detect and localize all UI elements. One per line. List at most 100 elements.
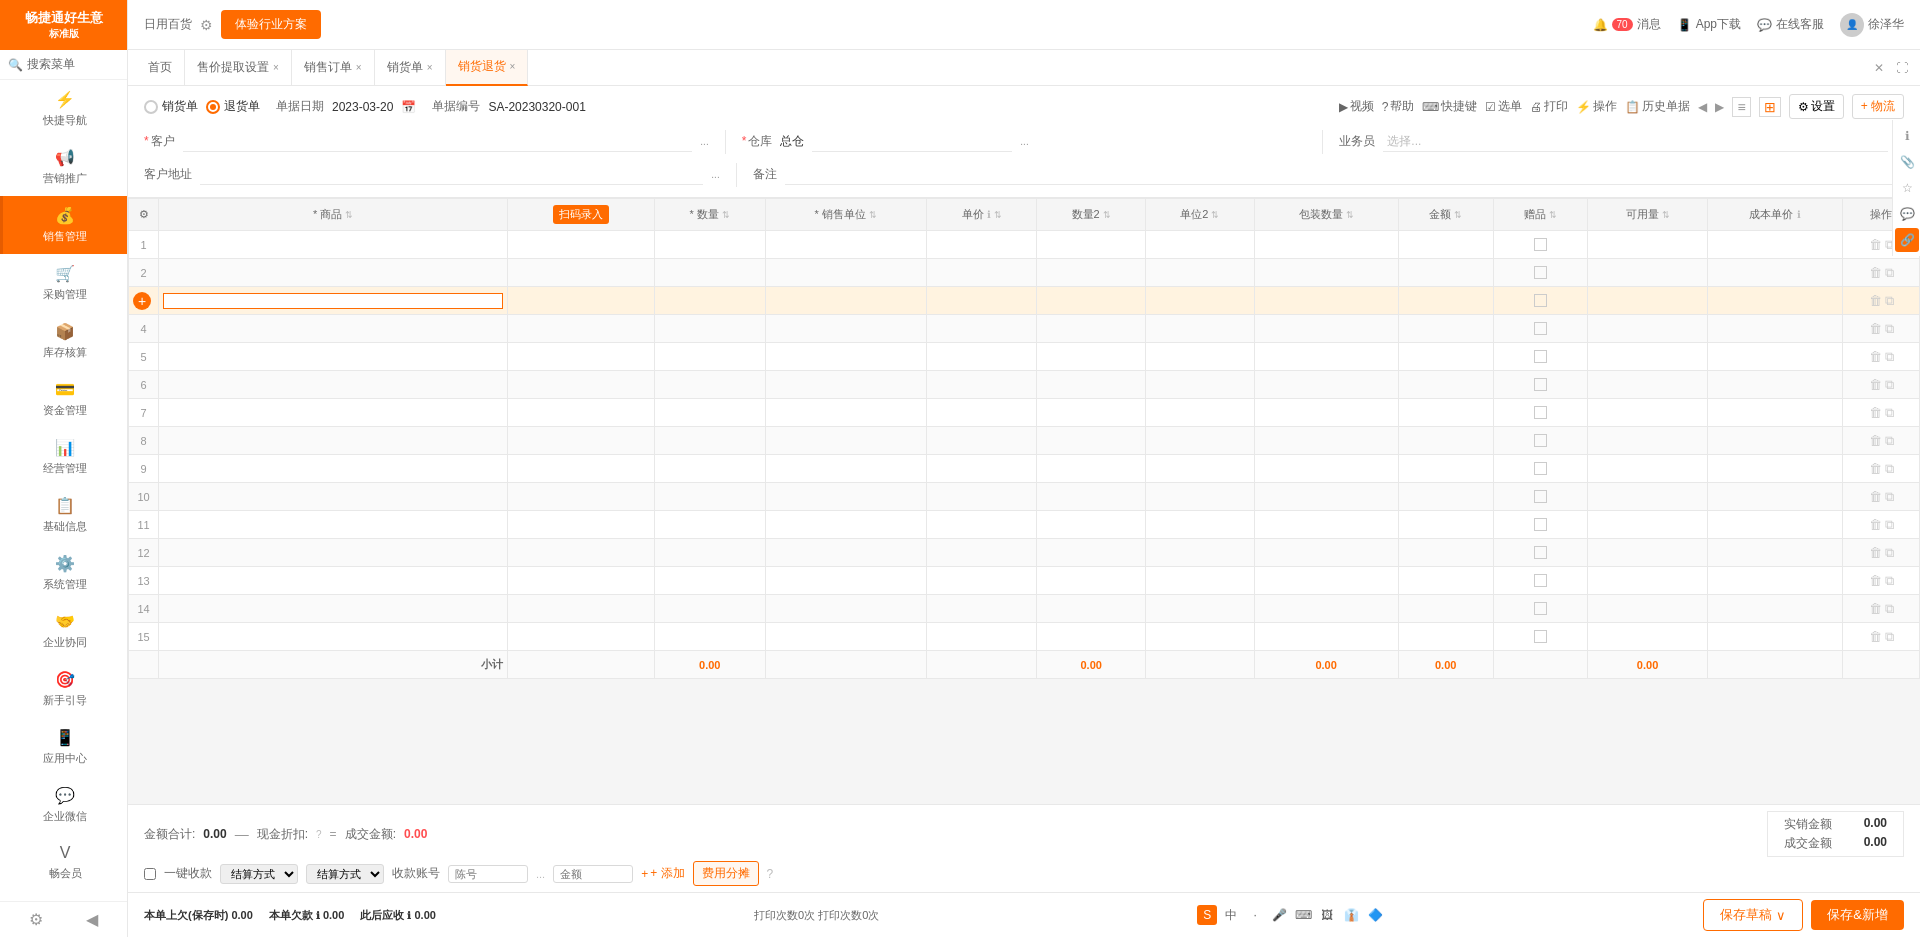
product-cell-9[interactable]: [159, 455, 508, 483]
pack-cell-6[interactable]: [1254, 371, 1398, 399]
cost-cell-13[interactable]: [1707, 567, 1842, 595]
add-fee-btn[interactable]: + + 添加: [641, 865, 684, 882]
copy-icon-9[interactable]: ⧉: [1885, 461, 1894, 476]
unit-cell-7[interactable]: [765, 399, 926, 427]
gift-cell-15[interactable]: [1493, 623, 1588, 651]
customer-dots[interactable]: ...: [700, 136, 708, 147]
avail-cell-8[interactable]: [1588, 427, 1708, 455]
account-dots[interactable]: ...: [536, 868, 545, 880]
pack-cell-1[interactable]: [1254, 231, 1398, 259]
help-action[interactable]: ? 帮助: [1382, 98, 1415, 115]
gift-sort-icon[interactable]: ⇅: [1549, 210, 1557, 220]
warehouse-dots[interactable]: ...: [1020, 136, 1028, 147]
tab-sale-price[interactable]: 售价提取设置 ×: [185, 50, 292, 86]
copy-icon-11[interactable]: ⧉: [1885, 517, 1894, 532]
right-panel-star[interactable]: ☆: [1895, 176, 1919, 200]
qty-cell-14[interactable]: [654, 595, 765, 623]
unit2-cell-5[interactable]: [1145, 343, 1254, 371]
copy-icon-4[interactable]: ⧉: [1885, 321, 1894, 336]
grid-view-icon[interactable]: ⊞: [1759, 97, 1781, 117]
cost-cell-15[interactable]: [1707, 623, 1842, 651]
gift-checkbox-12[interactable]: [1534, 546, 1547, 559]
gift-checkbox-7[interactable]: [1534, 406, 1547, 419]
unit-cell-15[interactable]: [765, 623, 926, 651]
tool-icon-4[interactable]: 🎤: [1269, 905, 1289, 925]
avail-cell-5[interactable]: [1588, 343, 1708, 371]
search-menu[interactable]: 🔍 搜索菜单: [0, 50, 127, 80]
date-value[interactable]: 2023-03-20: [332, 100, 393, 114]
tool-icon-5[interactable]: ⌨: [1293, 905, 1313, 925]
shortcut-action[interactable]: ⌨ 快捷键: [1422, 98, 1477, 115]
col-scan[interactable]: 扫码录入: [508, 199, 654, 231]
unit-cell-14[interactable]: [765, 595, 926, 623]
receivable-info-icon[interactable]: ℹ: [407, 910, 411, 921]
unit2-cell-8[interactable]: [1145, 427, 1254, 455]
amount-input[interactable]: [553, 865, 633, 883]
amount-cell-11[interactable]: [1398, 511, 1493, 539]
tab-close-sale-price[interactable]: ×: [273, 62, 279, 73]
cost-cell-14[interactable]: [1707, 595, 1842, 623]
prev-page-icon[interactable]: ◀: [1698, 100, 1707, 114]
gift-checkbox-6[interactable]: [1534, 378, 1547, 391]
calendar-icon[interactable]: 📅: [401, 100, 416, 114]
notes-input[interactable]: [785, 164, 1904, 185]
pack-sort-icon[interactable]: ⇅: [1346, 210, 1354, 220]
avail-cell-11[interactable]: [1588, 511, 1708, 539]
unit-cell-2[interactable]: [765, 259, 926, 287]
table-settings-icon[interactable]: ⚙: [139, 208, 149, 220]
unit-cell-5[interactable]: [765, 343, 926, 371]
video-action[interactable]: ▶ 视频: [1339, 98, 1374, 115]
copy-icon-8[interactable]: ⧉: [1885, 433, 1894, 448]
tool-icon-2[interactable]: 中: [1221, 905, 1241, 925]
qty2-cell-5[interactable]: [1037, 343, 1146, 371]
qty-cell-2[interactable]: [654, 259, 765, 287]
amount-cell-6[interactable]: [1398, 371, 1493, 399]
price-cell-8[interactable]: [926, 427, 1037, 455]
qty-cell-15[interactable]: [654, 623, 765, 651]
copy-icon-13[interactable]: ⧉: [1885, 573, 1894, 588]
sidebar-item-vip[interactable]: V 畅会员: [0, 834, 127, 891]
scan-btn[interactable]: 扫码录入: [553, 205, 609, 224]
sidebar-item-finance[interactable]: 💳 资金管理: [0, 370, 127, 428]
avail-cell-4[interactable]: [1588, 315, 1708, 343]
cost-cell-11[interactable]: [1707, 511, 1842, 539]
sidebar-item-wechat[interactable]: 💬 企业微信: [0, 776, 127, 834]
cost-cell-9[interactable]: [1707, 455, 1842, 483]
qty-cell-1[interactable]: [654, 231, 765, 259]
gift-cell-8[interactable]: [1493, 427, 1588, 455]
pack-cell-7[interactable]: [1254, 399, 1398, 427]
qty2-sort-icon[interactable]: ⇅: [1103, 210, 1111, 220]
unit-cell-10[interactable]: [765, 483, 926, 511]
tab-home[interactable]: 首页: [136, 50, 185, 86]
cost-cell-1[interactable]: [1707, 231, 1842, 259]
unit2-sort-icon[interactable]: ⇅: [1211, 210, 1219, 220]
unit2-cell-6[interactable]: [1145, 371, 1254, 399]
qty2-cell-14[interactable]: [1037, 595, 1146, 623]
gift-checkbox-5[interactable]: [1534, 350, 1547, 363]
avail-cell-6[interactable]: [1588, 371, 1708, 399]
gift-checkbox-4[interactable]: [1534, 322, 1547, 335]
avail-sort-icon[interactable]: ⇅: [1662, 210, 1670, 220]
cost-cell-4[interactable]: [1707, 315, 1842, 343]
sidebar-item-shortcuts[interactable]: ⚡ 快捷导航: [0, 80, 127, 138]
close-all-icon[interactable]: ✕: [1870, 61, 1888, 75]
pack-cell-10[interactable]: [1254, 483, 1398, 511]
unit2-cell-7[interactable]: [1145, 399, 1254, 427]
cost-cell-5[interactable]: [1707, 343, 1842, 371]
sidebar-collapse-icon[interactable]: ◀: [86, 910, 98, 929]
notification-area[interactable]: 🔔 70 消息: [1593, 16, 1661, 33]
product-cell-2[interactable]: [159, 259, 508, 287]
cost-cell-7[interactable]: [1707, 399, 1842, 427]
amount-cell-2[interactable]: [1398, 259, 1493, 287]
unit2-cell-12[interactable]: [1145, 539, 1254, 567]
gift-cell-3[interactable]: [1493, 287, 1588, 315]
qty2-cell-4[interactable]: [1037, 315, 1146, 343]
pack-cell-8[interactable]: [1254, 427, 1398, 455]
product-cell-15[interactable]: [159, 623, 508, 651]
cost-cell-10[interactable]: [1707, 483, 1842, 511]
qty-cell-10[interactable]: [654, 483, 765, 511]
gift-checkbox-15[interactable]: [1534, 630, 1547, 643]
copy-icon-15[interactable]: ⧉: [1885, 629, 1894, 644]
unit-cell-3[interactable]: [765, 287, 926, 315]
unit-cell-11[interactable]: [765, 511, 926, 539]
